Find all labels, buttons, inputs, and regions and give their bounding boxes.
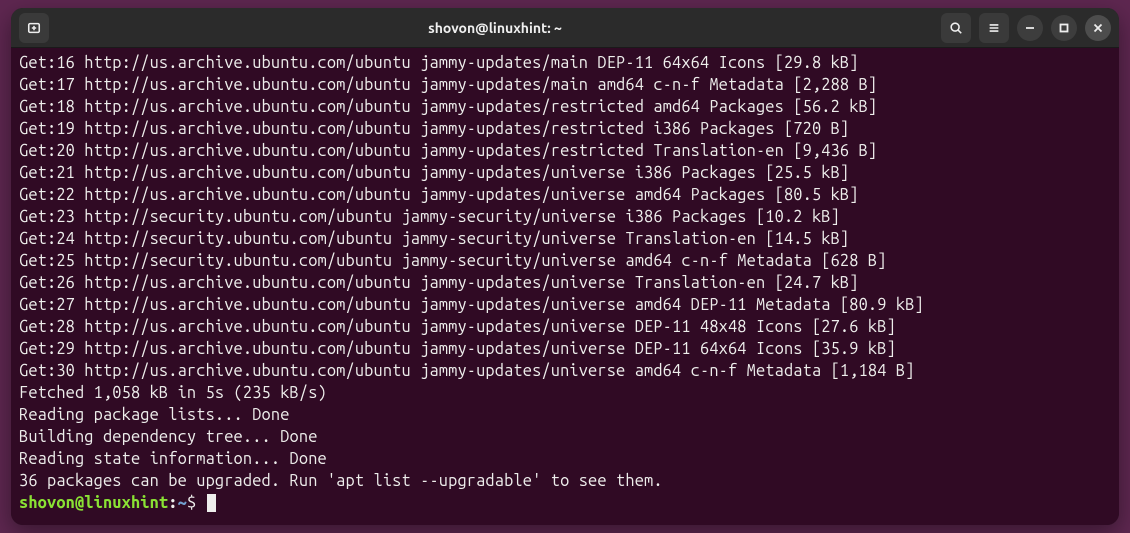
output-line: Reading package lists... Done <box>19 406 290 424</box>
output-line: Building dependency tree... Done <box>19 428 318 446</box>
output-line: Get:20 http://us.archive.ubuntu.com/ubun… <box>19 142 877 160</box>
output-line: Get:25 http://security.ubuntu.com/ubuntu… <box>19 252 887 270</box>
output-line: Get:28 http://us.archive.ubuntu.com/ubun… <box>19 318 896 336</box>
close-button[interactable] <box>1085 15 1111 41</box>
plus-tab-icon <box>27 21 41 35</box>
minimize-icon <box>1025 23 1035 33</box>
new-tab-button[interactable] <box>19 13 49 43</box>
output-line: Get:26 http://us.archive.ubuntu.com/ubun… <box>19 274 859 292</box>
titlebar: shovon@linuxhint: ~ <box>11 8 1119 48</box>
output-line: Reading state information... Done <box>19 450 327 468</box>
output-line: Get:19 http://us.archive.ubuntu.com/ubun… <box>19 120 849 138</box>
prompt-separator: : <box>168 494 177 512</box>
output-line: Get:23 http://security.ubuntu.com/ubuntu… <box>19 208 840 226</box>
terminal-window: shovon@linuxhint: ~ <box>11 8 1119 525</box>
prompt-symbol: $ <box>187 494 196 512</box>
output-line: Fetched 1,058 kB in 5s (235 kB/s) <box>19 384 327 402</box>
output-line: Get:27 http://us.archive.ubuntu.com/ubun… <box>19 296 924 314</box>
cursor <box>207 494 216 512</box>
prompt-path: ~ <box>178 494 187 512</box>
output-line: Get:22 http://us.archive.ubuntu.com/ubun… <box>19 186 859 204</box>
minimize-button[interactable] <box>1017 15 1043 41</box>
search-icon <box>949 21 963 35</box>
close-icon <box>1093 23 1103 33</box>
output-line: Get:17 http://us.archive.ubuntu.com/ubun… <box>19 76 877 94</box>
prompt-user-host: shovon@linuxhint <box>19 494 168 512</box>
hamburger-icon <box>987 21 1001 35</box>
maximize-icon <box>1059 23 1069 33</box>
output-line: Get:18 http://us.archive.ubuntu.com/ubun… <box>19 98 877 116</box>
window-title: shovon@linuxhint: ~ <box>428 20 562 36</box>
output-line: Get:30 http://us.archive.ubuntu.com/ubun… <box>19 362 915 380</box>
maximize-button[interactable] <box>1051 15 1077 41</box>
menu-button[interactable] <box>979 13 1009 43</box>
output-line: Get:16 http://us.archive.ubuntu.com/ubun… <box>19 54 859 72</box>
output-line: Get:24 http://security.ubuntu.com/ubuntu… <box>19 230 849 248</box>
output-line: Get:21 http://us.archive.ubuntu.com/ubun… <box>19 164 849 182</box>
output-line: Get:29 http://us.archive.ubuntu.com/ubun… <box>19 340 896 358</box>
terminal-output[interactable]: Get:16 http://us.archive.ubuntu.com/ubun… <box>11 48 1119 525</box>
output-line: 36 packages can be upgraded. Run 'apt li… <box>19 472 663 490</box>
search-button[interactable] <box>941 13 971 43</box>
